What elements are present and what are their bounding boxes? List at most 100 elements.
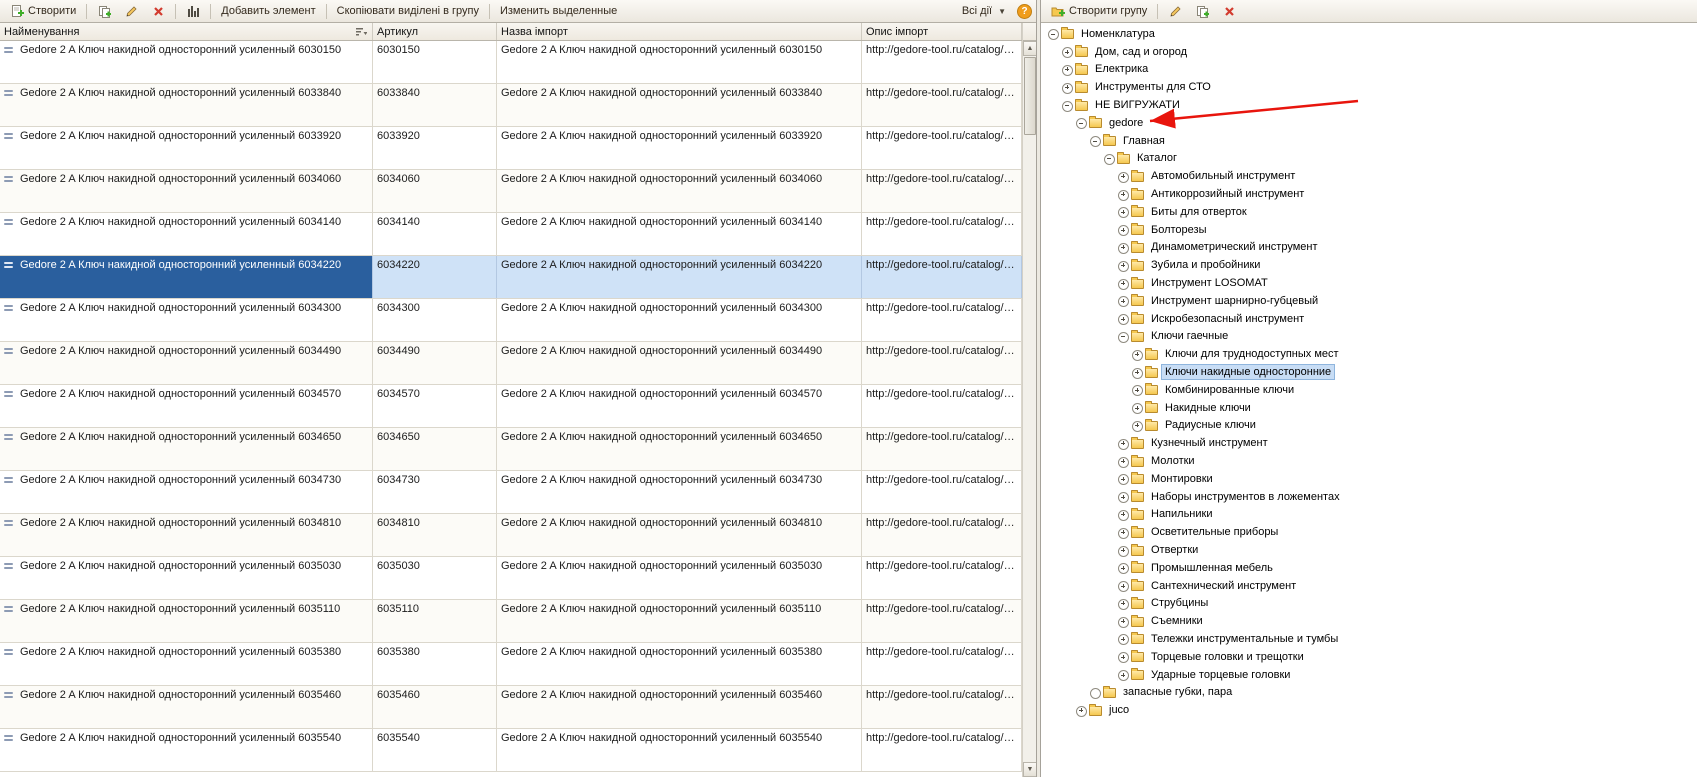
tree-item[interactable]: Инструмент шарнирно-губцевый [1041,292,1697,310]
expand-icon[interactable] [1075,705,1087,717]
expand-icon[interactable] [1117,580,1129,593]
tree-item[interactable]: Комбинированные ключи [1041,381,1697,399]
copy-group-button[interactable] [1189,2,1215,21]
expand-icon[interactable] [1117,616,1129,628]
delete-group-button[interactable] [1216,2,1242,21]
create-button[interactable]: Створити [4,2,82,21]
expand-icon[interactable] [1117,527,1129,539]
tree-item[interactable]: Антикоррозийный инструмент [1041,185,1697,203]
tree-item[interactable]: Промышленная мебель [1041,559,1697,577]
bars-button[interactable] [180,2,206,21]
expand-icon[interactable] [1131,402,1143,415]
expand-icon[interactable] [1103,153,1115,165]
copy-item-button[interactable] [91,2,117,21]
tree-item[interactable]: Ключи накидные односторонние [1041,363,1697,381]
tree-item[interactable]: Наборы инструментов в ложементах [1041,488,1697,506]
table-row[interactable]: Gedore 2 A Ключ накидной односторонний у… [0,729,1022,772]
tree-item[interactable]: Искробезопасный инструмент [1041,310,1697,328]
expand-icon[interactable] [1117,224,1129,237]
tree-item[interactable]: Автомобильный инструмент [1041,167,1697,185]
table-row[interactable]: Gedore 2 A Ключ накидной односторонний у… [0,428,1022,471]
expand-icon[interactable] [1117,545,1129,557]
expand-icon[interactable] [1061,82,1073,94]
copy-selected-to-group-button[interactable]: Скопіювати виділені в групу [331,2,485,21]
expand-icon[interactable] [1117,598,1129,610]
table-row[interactable]: Gedore 2 A Ключ накидной односторонний у… [0,84,1022,127]
tree-item[interactable]: Кузнечный инструмент [1041,434,1697,452]
expand-icon[interactable] [1089,687,1101,699]
tree-item[interactable]: Инструмент LOSOMAT [1041,274,1697,292]
expand-icon[interactable] [1117,206,1129,219]
scroll-thumb[interactable] [1024,57,1036,135]
tree-item[interactable]: gedore [1041,114,1697,132]
tree-item[interactable]: Биты для отверток [1041,203,1697,221]
tree-item[interactable]: запасные губки, пара [1041,683,1697,701]
table-row[interactable]: Gedore 2 A Ключ накидной односторонний у… [0,170,1022,213]
edit-selected-button[interactable]: Изменить выделенные [494,2,623,21]
tree-item[interactable]: Каталог [1041,150,1697,168]
scrollbar-track[interactable] [1023,56,1036,762]
tree-item[interactable]: Накидные ключи [1041,399,1697,417]
column-header-article[interactable]: Артикул [373,23,497,40]
edit-group-button[interactable] [1162,2,1188,21]
scroll-up-button[interactable]: ▲ [1023,41,1036,56]
tree-item[interactable]: Зубила и пробойники [1041,256,1697,274]
expand-icon[interactable] [1117,260,1129,272]
table-row[interactable]: Gedore 2 A Ключ накидной односторонний у… [0,385,1022,428]
expand-icon[interactable] [1117,491,1129,504]
expand-icon[interactable] [1117,278,1129,290]
expand-icon[interactable] [1047,28,1059,41]
expand-icon[interactable] [1117,313,1129,326]
help-button[interactable]: ? [1017,3,1032,19]
tree-item[interactable]: Дом, сад и огород [1041,43,1697,61]
expand-icon[interactable] [1061,100,1073,112]
expand-icon[interactable] [1131,384,1143,397]
expand-icon[interactable] [1131,367,1143,379]
expand-icon[interactable] [1131,420,1143,432]
expand-icon[interactable] [1117,438,1129,450]
table-row[interactable]: Gedore 2 A Ключ накидной односторонний у… [0,299,1022,342]
tree-item[interactable]: Осветительные приборы [1041,523,1697,541]
expand-icon[interactable] [1117,189,1129,201]
expand-icon[interactable] [1117,651,1129,664]
expand-icon[interactable] [1075,117,1087,130]
tree-item[interactable]: Сантехнический инструмент [1041,577,1697,595]
expand-icon[interactable] [1061,46,1073,59]
table-row[interactable]: Gedore 2 A Ключ накидной односторонний у… [0,41,1022,84]
tree-item[interactable]: Електрика [1041,61,1697,79]
table-row[interactable]: Gedore 2 A Ключ накидной односторонний у… [0,213,1022,256]
column-header-import-desc[interactable]: Опис імпорт [862,23,1022,40]
tree-item[interactable]: Напильники [1041,506,1697,524]
expand-icon[interactable] [1117,633,1129,646]
tree-item[interactable]: НЕ ВИГРУЖАТИ [1041,96,1697,114]
create-group-button[interactable]: Створити групу [1045,2,1153,21]
table-row[interactable]: Gedore 2 A Ключ накидной односторонний у… [0,643,1022,686]
table-row[interactable]: Gedore 2 A Ключ накидной односторонний у… [0,514,1022,557]
all-actions-button[interactable]: Всі дії ▼ [956,2,1012,21]
scroll-down-button[interactable]: ▼ [1023,762,1036,777]
table-scrollbar[interactable]: ▲ ▼ [1022,23,1036,777]
expand-icon[interactable] [1117,242,1129,254]
table-row[interactable]: Gedore 2 A Ключ накидной односторонний у… [0,471,1022,514]
table-row[interactable]: Gedore 2 A Ключ накидной односторонний у… [0,256,1022,299]
expand-icon[interactable] [1061,64,1073,76]
add-element-button[interactable]: Добавить элемент [215,2,321,21]
expand-icon[interactable] [1117,331,1129,343]
tree-item[interactable]: Номенклатура [1041,25,1697,43]
column-header-name[interactable]: Найменування [0,23,373,40]
tree-item[interactable]: Инструменты для СТО [1041,78,1697,96]
expand-icon[interactable] [1117,171,1129,183]
edit-item-button[interactable] [118,2,144,21]
tree-item[interactable]: Молотки [1041,452,1697,470]
table-row[interactable]: Gedore 2 A Ключ накидной односторонний у… [0,686,1022,729]
expand-icon[interactable] [1117,562,1129,575]
tree-item[interactable]: Ударные торцевые головки [1041,666,1697,684]
tree-item[interactable]: juco [1041,701,1697,719]
table-row[interactable]: Gedore 2 A Ключ накидной односторонний у… [0,557,1022,600]
tree-item[interactable]: Съемники [1041,612,1697,630]
tree-item[interactable]: Тележки инструментальные и тумбы [1041,630,1697,648]
expand-icon[interactable] [1117,509,1129,521]
tree-item[interactable]: Ключи гаечные [1041,328,1697,346]
tree-item[interactable]: Болторезы [1041,221,1697,239]
tree-item[interactable]: Главная [1041,132,1697,150]
